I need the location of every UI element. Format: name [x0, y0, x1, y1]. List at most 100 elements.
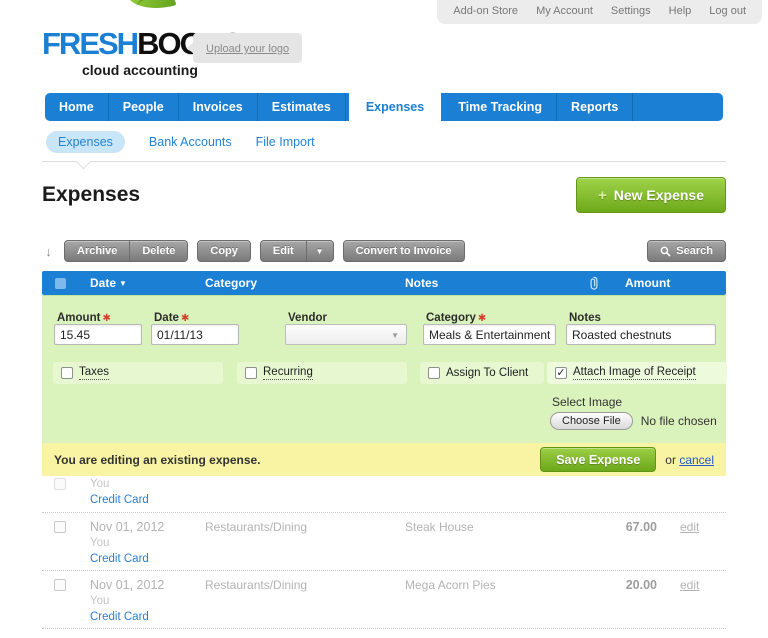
edit-dropdown-caret[interactable]: ▼: [307, 240, 334, 262]
amount-input[interactable]: [54, 324, 142, 345]
row-category: Restaurants/Dining: [205, 578, 307, 592]
required-icon: ✱: [102, 313, 110, 324]
new-expense-button[interactable]: + New Expense: [576, 177, 726, 213]
attach-receipt-checkbox-option[interactable]: ✓ Attach Image of Receipt: [547, 362, 727, 384]
cancel-link[interactable]: cancel: [679, 453, 714, 467]
archive-delete-group: Archive Delete: [64, 240, 188, 262]
row-divider: [42, 628, 726, 629]
category-input[interactable]: [423, 324, 556, 345]
choose-file-button[interactable]: Choose File: [550, 412, 633, 430]
sort-desc-icon: ▼: [119, 279, 127, 288]
plus-icon: +: [598, 187, 607, 204]
payment-method-link[interactable]: Credit Card: [90, 553, 149, 565]
paperclip-icon: [589, 276, 599, 294]
subnav-item-file-import[interactable]: File Import: [256, 135, 315, 149]
freshbooks-app: Add-on Store My Account Settings Help Lo…: [0, 0, 768, 638]
nav-tab-reports[interactable]: Reports: [557, 93, 633, 121]
expense-edit-form: Amount✱ Date✱ Vendor ▼ Category✱ Notes T…: [42, 295, 726, 443]
notes-label-text: Notes: [569, 312, 601, 324]
assign-to-client-label: Assign To Client: [446, 367, 528, 380]
utility-nav: Add-on Store My Account Settings Help Lo…: [437, 0, 762, 24]
topbar-link-help[interactable]: Help: [669, 5, 692, 17]
nav-tab-people[interactable]: People: [109, 93, 179, 121]
nav-tab-estimates[interactable]: Estimates: [258, 93, 346, 121]
recurring-checkbox[interactable]: [245, 367, 257, 379]
row-edit-link[interactable]: edit: [680, 578, 699, 592]
amount-label-text: Amount: [57, 312, 100, 324]
required-icon: ✱: [478, 313, 486, 324]
topbar-link-logout[interactable]: Log out: [709, 5, 746, 17]
assign-to-client-checkbox[interactable]: [428, 367, 440, 379]
delete-button[interactable]: Delete: [130, 240, 188, 262]
select-image-label: Select Image: [552, 395, 622, 409]
topbar-link-addon-store[interactable]: Add-on Store: [453, 5, 518, 17]
search-icon: [660, 246, 671, 257]
copy-button[interactable]: Copy: [197, 240, 251, 262]
row-who: You: [90, 537, 109, 549]
column-header-date[interactable]: Date▼: [90, 271, 127, 296]
select-all-checkbox[interactable]: [55, 278, 66, 289]
save-expense-button[interactable]: Save Expense: [540, 447, 656, 472]
payment-method-link[interactable]: Credit Card: [90, 494, 149, 506]
table-row: Nov 01, 2012 You Credit Card Restaurants…: [42, 512, 726, 570]
row-notes: Mega Acorn Pies: [405, 578, 496, 592]
row-checkbox[interactable]: [54, 521, 66, 533]
notes-input[interactable]: [566, 324, 716, 345]
nav-tab-home[interactable]: Home: [45, 93, 109, 121]
upload-logo-label: Upload your logo: [206, 43, 289, 55]
nav-tab-expenses[interactable]: Expenses: [349, 88, 441, 126]
brand-tagline: cloud accounting: [82, 62, 241, 78]
column-header-category: Category: [205, 271, 257, 295]
row-amount: 20.00: [562, 578, 657, 592]
search-button[interactable]: Search: [647, 240, 726, 262]
editing-message: You are editing an existing expense.: [54, 453, 261, 467]
subnav-divider: [42, 161, 726, 162]
edit-button[interactable]: Edit: [260, 240, 307, 262]
subnav-item-expenses[interactable]: Expenses: [46, 131, 125, 153]
required-icon: ✱: [181, 313, 189, 324]
brand-fresh: FRESH: [42, 26, 137, 61]
attach-receipt-label: Attach Image of Receipt: [573, 366, 696, 380]
row-edit-link[interactable]: edit: [680, 520, 699, 534]
recurring-checkbox-option[interactable]: Recurring: [237, 362, 407, 384]
vendor-label-text: Vendor: [288, 312, 327, 324]
chevron-down-icon: ▼: [391, 331, 399, 340]
nav-tab-invoices[interactable]: Invoices: [179, 93, 258, 121]
expense-table-header: Date▼ Category Notes Amount: [42, 271, 726, 295]
topbar-link-my-account[interactable]: My Account: [536, 5, 593, 17]
main-nav: Home People Invoices Estimates Expenses …: [45, 93, 723, 121]
topbar-link-settings[interactable]: Settings: [611, 5, 651, 17]
row-checkbox[interactable]: [54, 579, 66, 591]
move-down-icon: ↓: [42, 244, 55, 259]
subnav-item-bank-accounts[interactable]: Bank Accounts: [149, 135, 232, 149]
sub-nav: Expenses Bank Accounts File Import: [46, 131, 315, 153]
table-row: You Credit Card: [42, 476, 726, 512]
convert-to-invoice-button[interactable]: Convert to Invoice: [343, 240, 465, 262]
leaf-icon: [126, 0, 177, 16]
date-input[interactable]: [151, 324, 239, 345]
taxes-checkbox[interactable]: [61, 367, 73, 379]
page-title: Expenses: [42, 183, 140, 207]
category-label-text: Category: [426, 312, 476, 324]
new-expense-label: New Expense: [614, 187, 704, 203]
attach-receipt-checkbox[interactable]: ✓: [555, 367, 567, 379]
assign-to-client-checkbox-option[interactable]: Assign To Client: [420, 362, 544, 384]
upload-logo-button[interactable]: Upload your logo: [193, 33, 302, 63]
date-header-label: Date: [90, 276, 116, 290]
no-file-chosen-text: No file chosen: [641, 414, 717, 428]
row-category: Restaurants/Dining: [205, 520, 307, 534]
archive-button[interactable]: Archive: [64, 240, 130, 262]
payment-method-link[interactable]: Credit Card: [90, 611, 149, 623]
taxes-label: Taxes: [79, 366, 109, 380]
row-notes: Steak House: [405, 520, 474, 534]
file-picker-row: Choose File No file chosen: [550, 412, 717, 430]
row-amount: 67.00: [562, 520, 657, 534]
column-header-notes: Notes: [405, 271, 438, 295]
vendor-select[interactable]: ▼: [285, 324, 407, 345]
row-checkbox[interactable]: [54, 478, 66, 490]
nav-tab-time-tracking[interactable]: Time Tracking: [444, 93, 557, 121]
column-header-amount: Amount: [625, 271, 670, 295]
date-label-text: Date: [154, 312, 179, 324]
taxes-checkbox-option[interactable]: Taxes: [53, 362, 223, 384]
active-section-notch: [76, 154, 92, 170]
